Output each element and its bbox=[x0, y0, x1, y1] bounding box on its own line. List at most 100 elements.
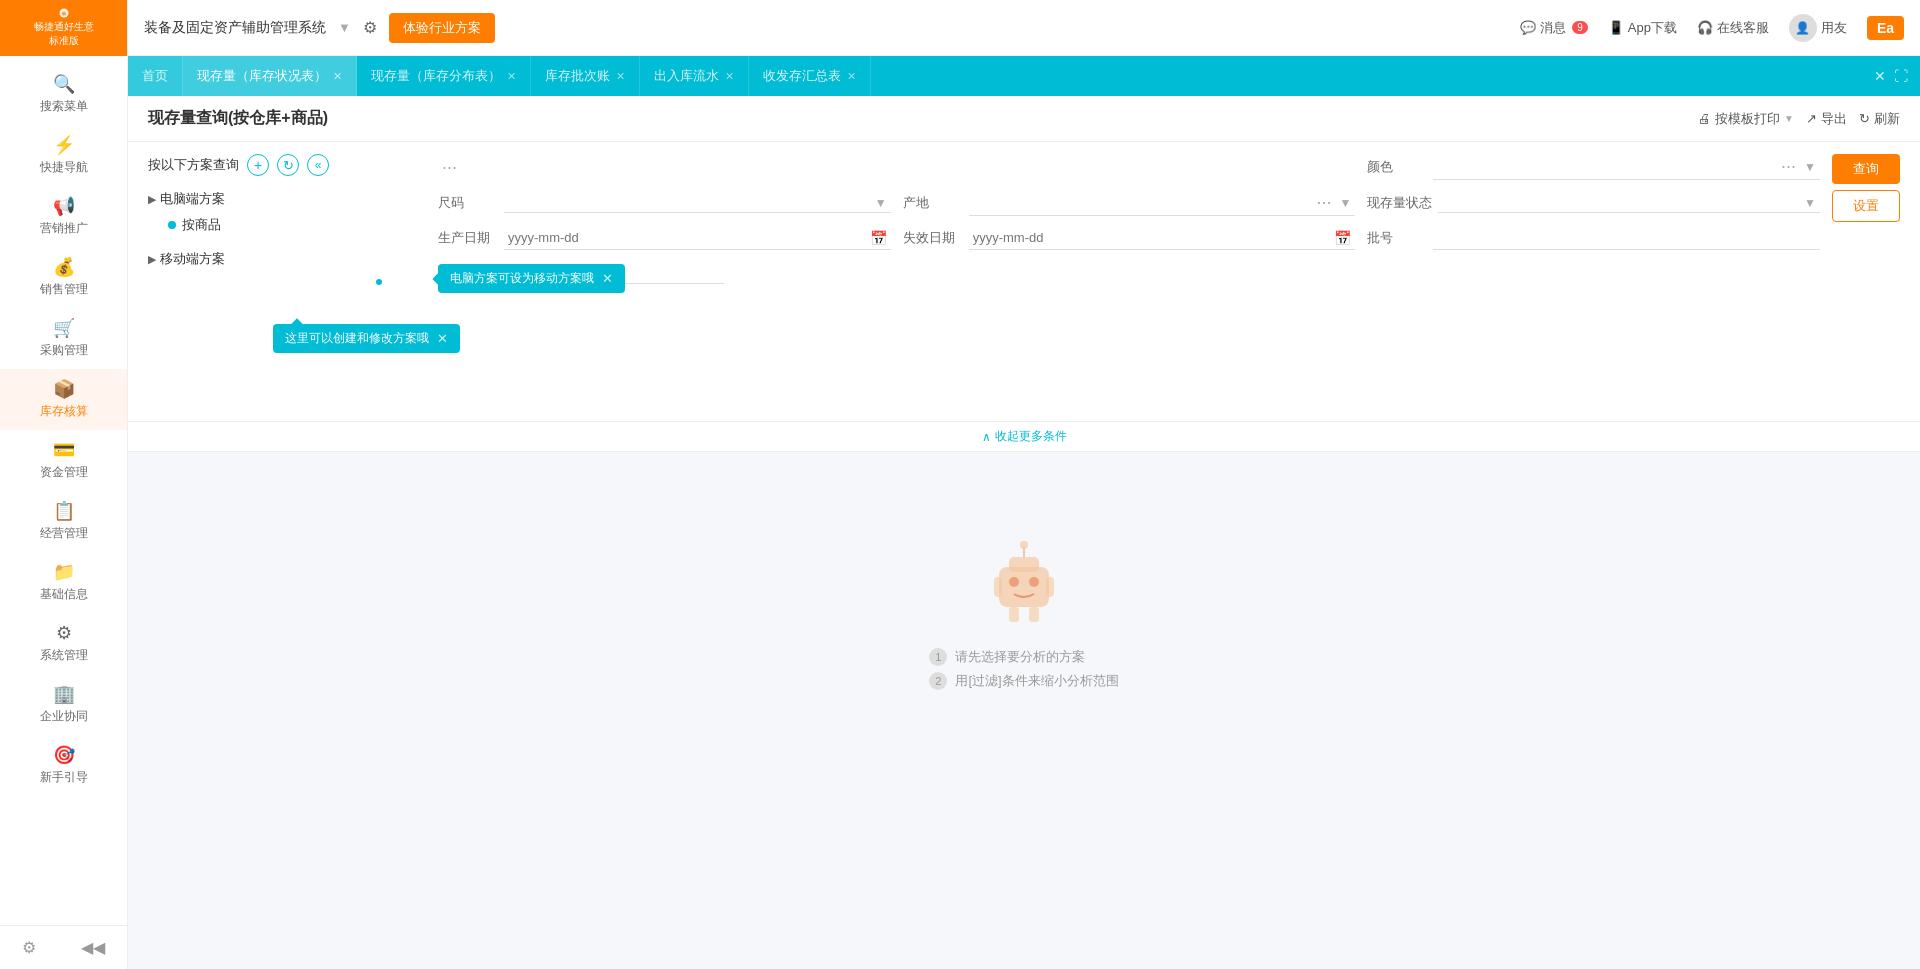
refresh-scheme-btn[interactable]: ↻ bbox=[277, 154, 299, 176]
sidebar-item-enterprise[interactable]: 🏢 企业协同 bbox=[0, 674, 127, 735]
sidebar-item-operations[interactable]: 📋 经营管理 bbox=[0, 491, 127, 552]
produce-date-cal-icon[interactable]: 📅 bbox=[866, 230, 891, 246]
sidebar-item-search[interactable]: 🔍 搜索菜单 bbox=[0, 64, 127, 125]
enterprise-icon: 🏢 bbox=[54, 684, 74, 704]
tooltip-1-text: 电脑方案可设为移动方案哦 bbox=[450, 270, 594, 287]
marketing-icon: 📢 bbox=[54, 196, 74, 216]
sidebar-item-sales[interactable]: 💰 销售管理 bbox=[0, 247, 127, 308]
tab-close-all-icon[interactable]: ✕ bbox=[1874, 68, 1886, 84]
collapse-chevron-up-icon: ∧ bbox=[982, 430, 991, 444]
sidebar-settings-btn[interactable]: ⚙ bbox=[22, 938, 36, 957]
produce-date-wrapper: 📅 bbox=[504, 226, 891, 250]
expire-date-cal-icon[interactable]: 📅 bbox=[1330, 230, 1355, 246]
tab-bar-end: ✕ ⛶ bbox=[1862, 56, 1920, 96]
sidebar-item-purchase[interactable]: 🛒 采购管理 bbox=[0, 308, 127, 369]
filter-row-3: 生产日期 📅 失效日期 📅 批号 bbox=[438, 226, 1820, 250]
operations-icon: 📋 bbox=[54, 501, 74, 521]
sidebar: 畅 畅捷通好生意 标准版 🔍 搜索菜单 ⚡ 快捷导航 📢 营销推广 💰 销售管理… bbox=[0, 0, 128, 969]
color-dots: ··· bbox=[1777, 156, 1800, 177]
svg-rect-6 bbox=[994, 577, 1002, 597]
refresh-btn[interactable]: ↻ 刷新 bbox=[1859, 110, 1900, 128]
sidebar-item-inventory[interactable]: 📦 库存核算 bbox=[0, 369, 127, 430]
refresh-icon: ↻ bbox=[1859, 111, 1870, 126]
field-goods: ··· bbox=[438, 157, 891, 178]
sidebar-nav: 🔍 搜索菜单 ⚡ 快捷导航 📢 营销推广 💰 销售管理 🛒 采购管理 📦 库存核… bbox=[0, 56, 127, 925]
sidebar-item-marketing[interactable]: 📢 营销推广 bbox=[0, 186, 127, 247]
tab-inventory-dist[interactable]: 现存量（库存分布表） ✕ bbox=[357, 56, 531, 96]
sidebar-item-quicknav[interactable]: ⚡ 快捷导航 bbox=[0, 125, 127, 186]
field-origin: 产地 ··· ▼ bbox=[903, 190, 1356, 216]
origin-arrow: ▼ bbox=[1335, 196, 1355, 210]
header-right: 💬 消息 9 📱 App下载 🎧 在线客服 👤 用友 Ea bbox=[1520, 14, 1904, 42]
tooltip-2: 这里可以创建和修改方案哦 ✕ bbox=[273, 324, 460, 353]
hint-text-2: 用[过滤]条件来缩小分析范围 bbox=[955, 672, 1118, 690]
message-icon: 💬 bbox=[1520, 20, 1536, 35]
main-content: 装备及固定资产辅助管理系统 ▼ ⚙ 体验行业方案 💬 消息 9 📱 App下载 … bbox=[128, 0, 1920, 969]
system-name: 装备及固定资产辅助管理系统 bbox=[144, 19, 326, 37]
stock-status-select[interactable]: ▼ bbox=[1438, 194, 1820, 213]
tab-close-batch-ledger[interactable]: ✕ bbox=[616, 70, 625, 83]
sidebar-item-system[interactable]: ⚙ 系统管理 bbox=[0, 613, 127, 674]
size-arrow: ▼ bbox=[871, 196, 891, 210]
header-app[interactable]: 📱 App下载 bbox=[1608, 19, 1677, 37]
guide-icon: 🎯 bbox=[54, 745, 74, 765]
system-select-arrow[interactable]: ▼ bbox=[338, 20, 351, 35]
size-select[interactable]: ▼ bbox=[504, 194, 891, 213]
header-settings-icon[interactable]: ⚙ bbox=[363, 18, 377, 37]
header-user[interactable]: 👤 用友 bbox=[1789, 14, 1847, 42]
query-btn[interactable]: 查询 bbox=[1832, 154, 1900, 184]
tab-home[interactable]: 首页 bbox=[128, 56, 183, 96]
tab-receive-summary[interactable]: 收发存汇总表 ✕ bbox=[749, 56, 871, 96]
phone-icon: 📱 bbox=[1608, 20, 1624, 35]
tooltip-1: 电脑方案可设为移动方案哦 ✕ bbox=[438, 264, 625, 293]
tab-flow[interactable]: 出入库流水 ✕ bbox=[640, 56, 749, 96]
filter-area: 按以下方案查询 + ↻ « ▶ 电脑端方案 按商品 ▶ bbox=[128, 142, 1920, 422]
user-avatar: 👤 bbox=[1789, 14, 1817, 42]
batch-input[interactable] bbox=[1433, 226, 1820, 250]
finance-icon: 💳 bbox=[54, 440, 74, 460]
origin-select[interactable]: ··· ▼ bbox=[969, 190, 1356, 216]
export-icon: ↗ bbox=[1806, 111, 1817, 126]
tooltip-1-close[interactable]: ✕ bbox=[602, 271, 613, 286]
produce-date-input[interactable] bbox=[504, 226, 866, 249]
tab-bar: 首页 现存量（库存状况表） ✕ 现存量（库存分布表） ✕ 库存批次账 ✕ 出入库… bbox=[128, 56, 1920, 96]
goods-dots[interactable]: ··· bbox=[438, 157, 461, 178]
sidebar-collapse-btn[interactable]: ◀◀ bbox=[81, 938, 105, 957]
sidebar-item-guide[interactable]: 🎯 新手引导 bbox=[0, 735, 127, 796]
filter-fields: ··· 颜色 ··· ▼ 尺码 bbox=[438, 154, 1820, 284]
hint-num-1: 1 bbox=[929, 648, 947, 666]
set-btn[interactable]: 设置 bbox=[1832, 190, 1900, 222]
empty-hint-2: 2 用[过滤]条件来缩小分析范围 bbox=[929, 672, 1118, 690]
svg-rect-7 bbox=[1046, 577, 1054, 597]
tab-close-inventory-dist[interactable]: ✕ bbox=[507, 70, 516, 83]
back-scheme-btn[interactable]: « bbox=[307, 154, 329, 176]
tab-close-receive-summary[interactable]: ✕ bbox=[847, 70, 856, 83]
tab-close-inventory-status[interactable]: ✕ bbox=[333, 70, 342, 83]
tab-batch-ledger[interactable]: 库存批次账 ✕ bbox=[531, 56, 640, 96]
header-support[interactable]: 🎧 在线客服 bbox=[1697, 19, 1769, 37]
collapse-bar[interactable]: ∧ 收起更多条件 bbox=[128, 422, 1920, 452]
tab-close-flow[interactable]: ✕ bbox=[725, 70, 734, 83]
sidebar-item-basic[interactable]: 📁 基础信息 bbox=[0, 552, 127, 613]
svg-rect-9 bbox=[1029, 607, 1039, 622]
color-select[interactable]: ··· ▼ bbox=[1433, 154, 1820, 180]
highlight-dot bbox=[374, 277, 384, 287]
empty-hint-1: 1 请先选择要分析的方案 bbox=[929, 648, 1118, 666]
experience-btn[interactable]: 体验行业方案 bbox=[389, 13, 495, 43]
hint-text-1: 请先选择要分析的方案 bbox=[955, 648, 1085, 666]
print-btn[interactable]: 🖨 按模板打印 ▼ bbox=[1698, 110, 1794, 128]
header-message[interactable]: 💬 消息 9 bbox=[1520, 19, 1588, 37]
sidebar-item-finance[interactable]: 💳 资金管理 bbox=[0, 430, 127, 491]
tab-inventory-status[interactable]: 现存量（库存状况表） ✕ bbox=[183, 56, 357, 96]
add-scheme-btn[interactable]: + bbox=[247, 154, 269, 176]
empty-illustration bbox=[974, 532, 1074, 632]
svg-point-4 bbox=[1009, 577, 1019, 587]
tooltip-2-text: 这里可以创建和修改方案哦 bbox=[285, 330, 429, 347]
expire-date-input[interactable] bbox=[969, 226, 1331, 249]
tooltip-2-close[interactable]: ✕ bbox=[437, 331, 448, 346]
svg-point-5 bbox=[1029, 577, 1039, 587]
ea-badge: Ea bbox=[1867, 16, 1904, 40]
field-size: 尺码 ▼ bbox=[438, 194, 891, 213]
tab-fullscreen-icon[interactable]: ⛶ bbox=[1894, 68, 1908, 84]
export-btn[interactable]: ↗ 导出 bbox=[1806, 110, 1847, 128]
